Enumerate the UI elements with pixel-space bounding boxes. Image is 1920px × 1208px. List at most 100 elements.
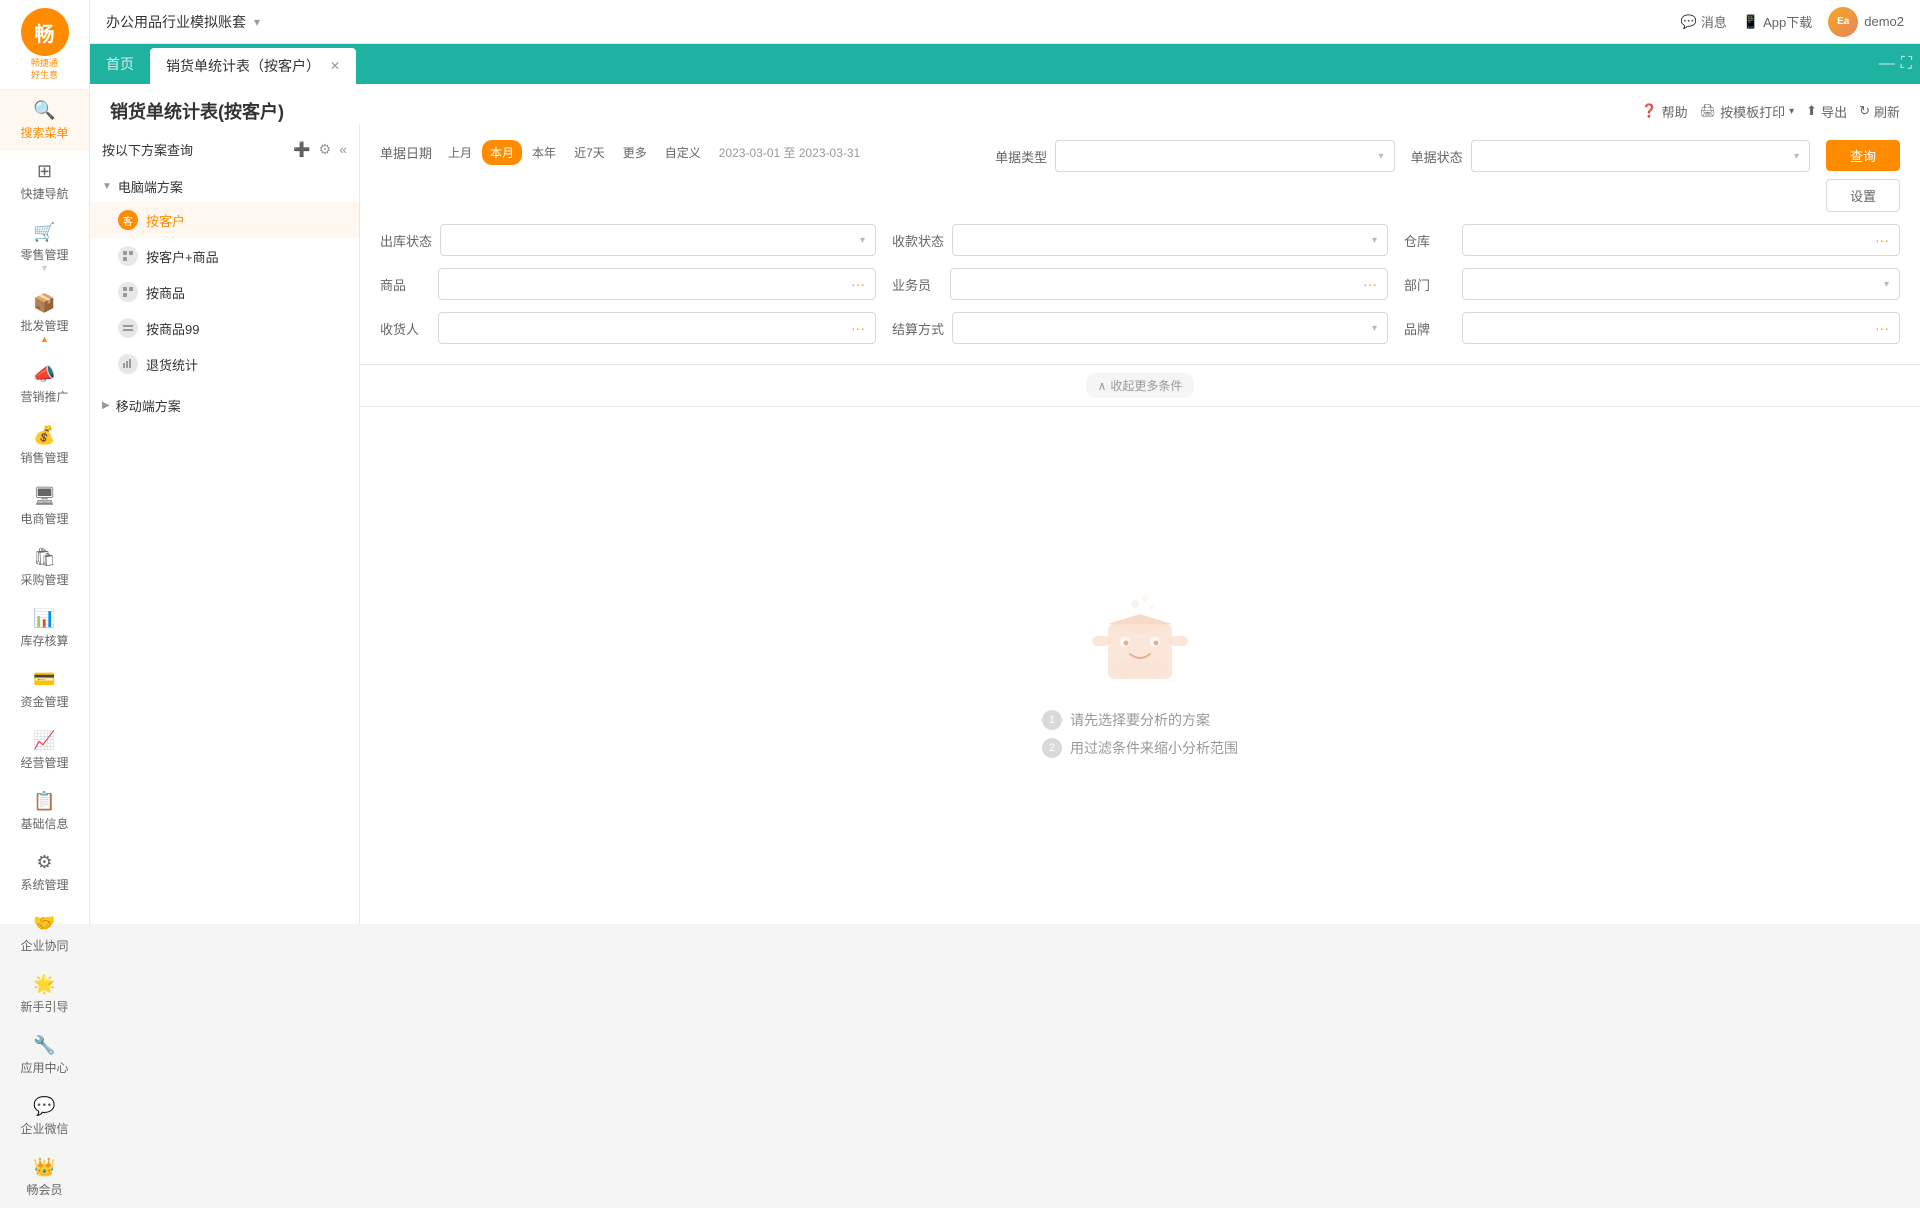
logo-text: 畅捷通好生意 [31, 58, 58, 81]
add-scheme-btn[interactable]: ➕ [293, 141, 310, 158]
sidebar-item-basic[interactable]: 📋 基础信息 [0, 781, 89, 842]
page-content: 销货单统计表(按客户) ❓ 帮助 🖨 按模板打印 ▾ ⬆ 导出 ↻ 刷新 [90, 84, 1920, 924]
goods-label: 商品 [380, 275, 430, 294]
scheme-item-by-customer[interactable]: 客 按客户 [90, 202, 359, 238]
tab-report[interactable]: 销货单统计表（按客户） ✕ [150, 48, 356, 84]
sidebar-item-sales-label: 销售管理 [20, 449, 68, 466]
brand-control[interactable]: ··· [1462, 312, 1900, 344]
collapse-panel-btn[interactable]: « [339, 141, 347, 158]
sidebar-item-guide[interactable]: 🌟 新手引导 [0, 964, 89, 1025]
sidebar-item-quick-nav[interactable]: ⊞ 快捷导航 [0, 151, 89, 212]
payment-status-arrow-icon: ▾ [1372, 235, 1377, 246]
scheme-item-return-stats[interactable]: 退货统计 [90, 346, 359, 382]
content-body: 按以下方案查询 ➕ ⚙ « ▼ 电脑端方案 客 按客户 [90, 124, 1920, 924]
sidebar-item-marketing[interactable]: 📣 营销推广 [0, 354, 89, 415]
tip-num-1: 1 [1042, 710, 1062, 730]
settlement-control[interactable]: ▾ [952, 312, 1388, 344]
sidebar-item-member[interactable]: 👑 畅会员 [0, 1147, 89, 1208]
doc-status-label: 单据状态 [1411, 147, 1463, 166]
sidebar-item-marketing-label: 营销推广 [20, 388, 68, 405]
receiver-control[interactable]: ··· [438, 312, 876, 344]
collapse-btn[interactable]: ∧ 收起更多条件 [1086, 373, 1195, 398]
sidebar-item-ecommerce-label: 电商管理 [20, 510, 68, 527]
topbar-title: 办公用品行业模拟账套 [106, 12, 246, 32]
minimize-btn[interactable]: — [1879, 55, 1895, 73]
sidebar-item-purchase[interactable]: 🛍 采购管理 [0, 537, 89, 598]
date-btn-custom[interactable]: 自定义 [657, 140, 709, 165]
date-btn-this-year[interactable]: 本年 [524, 140, 564, 165]
settlement-label: 结算方式 [892, 319, 944, 338]
refresh-btn[interactable]: ↻ 刷新 [1859, 102, 1900, 121]
scheme-item-by-goods99[interactable]: 按商品99 [90, 310, 359, 346]
sidebar-item-enterprise[interactable]: 🤝 企业协同 [0, 903, 89, 964]
doc-type-control[interactable]: ▾ [1055, 140, 1394, 172]
tab-expand-btns: — ⛶ [1879, 55, 1912, 73]
salesperson-control[interactable]: ··· [950, 268, 1388, 300]
settings-scheme-btn[interactable]: ⚙ [319, 141, 332, 158]
sidebar-item-operation[interactable]: 📈 经营管理 [0, 720, 89, 781]
sidebar-item-system-label: 系统管理 [20, 876, 68, 893]
sidebar-item-sales[interactable]: 💰 销售管理 [0, 415, 89, 476]
scheme-group-mobile-title[interactable]: ▶ 移动端方案 [90, 390, 359, 421]
tab-report-label: 销货单统计表（按客户） [166, 56, 320, 76]
scheme-group-desktop-title[interactable]: ▼ 电脑端方案 [90, 171, 359, 202]
date-btn-this-month[interactable]: 本月 [482, 140, 522, 165]
right-panel: 单据日期 上月 本月 本年 近7天 更多 自定义 2023-03-01 至 20… [360, 124, 1920, 924]
scheme-item-by-goods[interactable]: 按商品 [90, 274, 359, 310]
search-icon: 🔍 [33, 100, 55, 121]
scheme-icon-goods99 [118, 318, 138, 338]
out-status-label: 出库状态 [380, 231, 432, 250]
date-btn-last-month[interactable]: 上月 [440, 140, 480, 165]
sidebar-item-inventory[interactable]: 📊 库存核算 [0, 598, 89, 659]
message-btn[interactable]: 💬 消息 [1681, 12, 1727, 31]
scheme-group-label: 电脑端方案 [118, 177, 183, 196]
empty-tip-1: 1 请先选择要分析的方案 [1042, 710, 1238, 730]
payment-status-control[interactable]: ▾ [952, 224, 1388, 256]
user-btn[interactable]: Ea demo2 [1828, 7, 1904, 37]
finance-icon: 💳 [33, 669, 55, 690]
collapse-label: 收起更多条件 [1110, 377, 1182, 394]
dept-control[interactable]: ▾ [1462, 268, 1900, 300]
sidebar-item-wechat-label: 企业微信 [20, 1120, 68, 1137]
date-btn-more[interactable]: 更多 [615, 140, 655, 165]
warehouse-control[interactable]: ··· [1462, 224, 1900, 256]
export-btn[interactable]: ⬆ 导出 [1806, 102, 1847, 121]
out-status-control[interactable]: ▾ [440, 224, 876, 256]
sidebar-item-finance[interactable]: 💳 资金管理 [0, 659, 89, 720]
logo-icon: 畅 [21, 8, 69, 56]
doc-type-arrow-icon: ▾ [1379, 151, 1384, 162]
sidebar-item-search[interactable]: 🔍 搜索菜单 [0, 90, 89, 151]
sidebar-item-wholesale[interactable]: 📦 批发管理 ▲ [0, 283, 89, 354]
sidebar-item-system[interactable]: ⚙ 系统管理 [0, 842, 89, 903]
tab-home[interactable]: 首页 [90, 44, 150, 84]
scheme-group-mobile-label: 移动端方案 [116, 396, 181, 415]
page-actions: ❓ 帮助 🖨 按模板打印 ▾ ⬆ 导出 ↻ 刷新 [1641, 102, 1900, 121]
topbar-dropdown[interactable]: ▾ [254, 15, 260, 29]
tab-close-btn[interactable]: ✕ [330, 59, 340, 73]
left-panel-icons: ➕ ⚙ « [293, 141, 347, 158]
help-btn[interactable]: ❓ 帮助 [1641, 102, 1687, 121]
maximize-btn[interactable]: ⛶ [1901, 55, 1912, 73]
print-icon: 🖨 [1700, 103, 1717, 119]
sidebar-item-wechat[interactable]: 💬 企业微信 [0, 1086, 89, 1147]
dept-arrow-icon: ▾ [1884, 279, 1889, 290]
query-btn[interactable]: 查询 [1826, 140, 1900, 171]
topbar-right: 💬 消息 📱 App下载 Ea demo2 [1681, 7, 1904, 37]
sidebar-item-ecommerce[interactable]: 🖥 电商管理 [0, 476, 89, 537]
help-icon: ❓ [1641, 103, 1657, 119]
sidebar-item-finance-label: 资金管理 [20, 693, 68, 710]
doc-status-control[interactable]: ▾ [1471, 140, 1810, 172]
goods-control[interactable]: ··· [438, 268, 876, 300]
scheme-item-by-customer-goods[interactable]: 按客户+商品 [90, 238, 359, 274]
app-download-btn[interactable]: 📱 App下载 [1743, 12, 1812, 31]
sidebar-item-apps[interactable]: 🔧 应用中心 [0, 1025, 89, 1086]
query-area: 查询 设置 [1826, 140, 1900, 212]
payment-status-label: 收款状态 [892, 231, 944, 250]
date-btn-7days[interactable]: 近7天 [566, 140, 613, 165]
print-btn[interactable]: 🖨 按模板打印 ▾ [1700, 102, 1795, 121]
empty-tips: 1 请先选择要分析的方案 2 用过滤条件来缩小分析范围 [1042, 710, 1238, 758]
settings-btn[interactable]: 设置 [1826, 179, 1900, 212]
download-icon: 📱 [1743, 14, 1759, 30]
scheme-icon-customer: 客 [118, 210, 138, 230]
sidebar-item-retail[interactable]: 🛒 零售管理 ▼ [0, 212, 89, 283]
